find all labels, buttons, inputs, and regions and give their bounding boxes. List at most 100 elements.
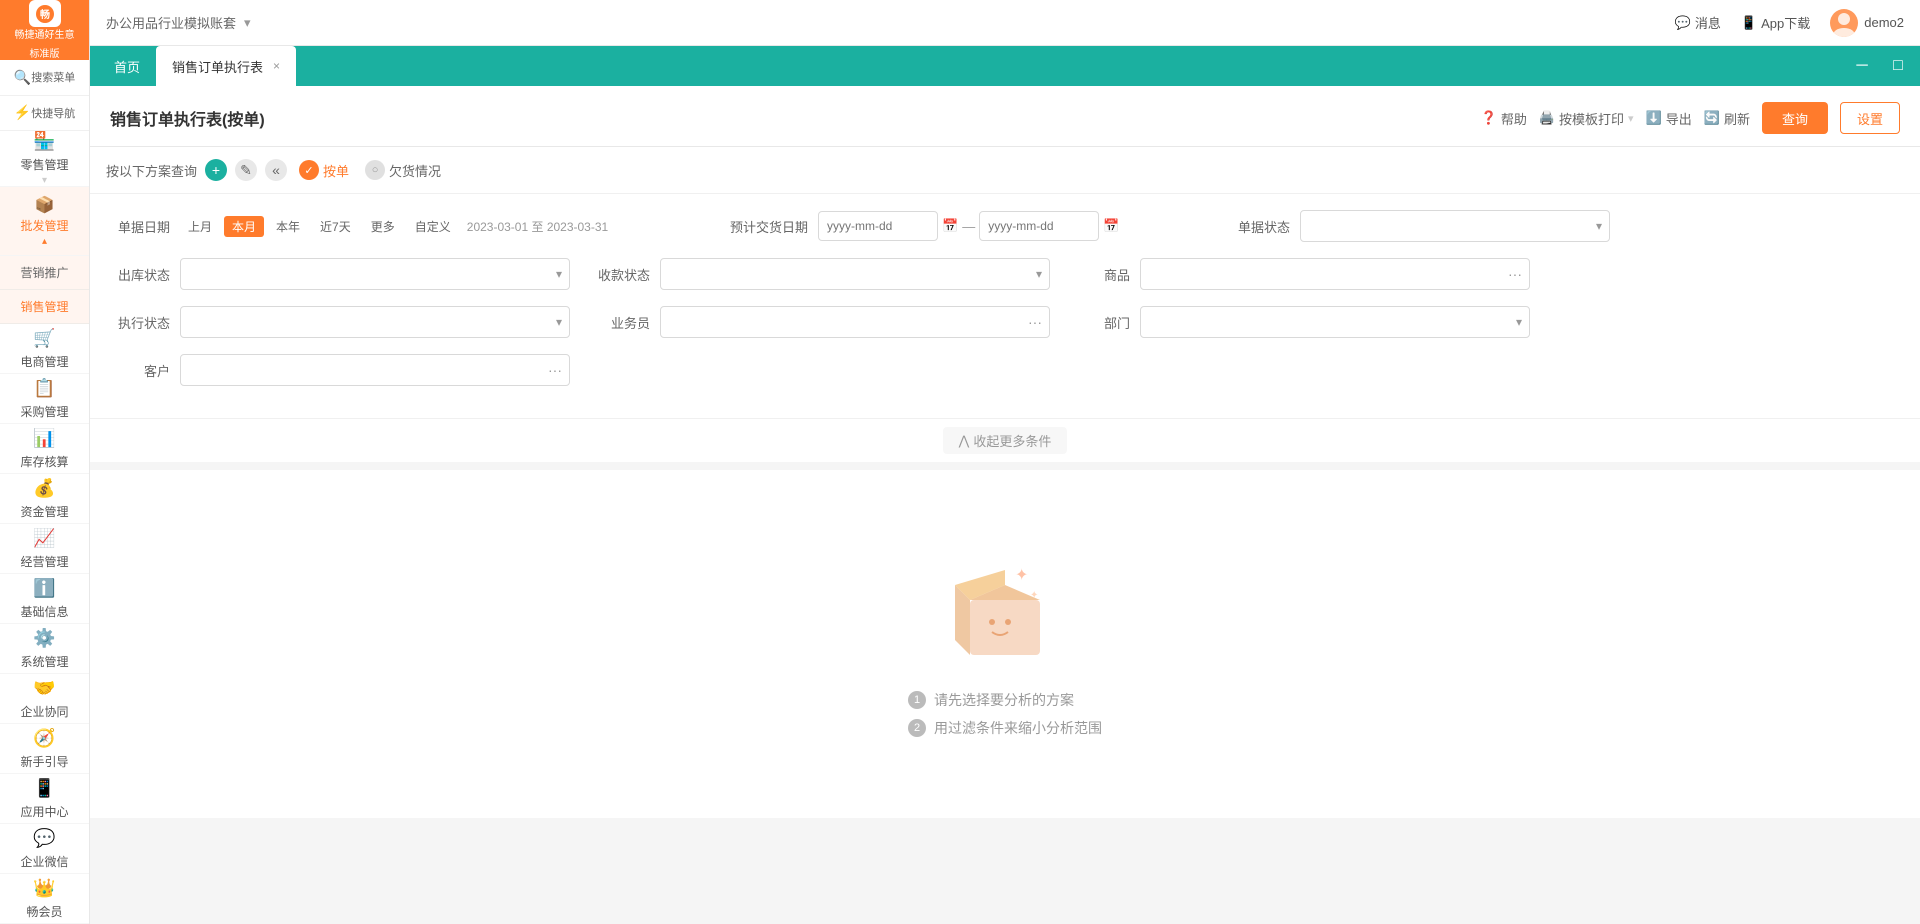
topbar-right: 💬 消息 📱 App下载 demo2 [1675, 9, 1904, 37]
help-btn[interactable]: ❓ 帮助 [1481, 109, 1527, 128]
expected-date-from-icon: 📅 [942, 218, 958, 234]
date-tab-this-month[interactable]: 本月 [224, 216, 264, 237]
query-button[interactable]: 查询 [1762, 102, 1828, 134]
app-download-btn[interactable]: 📱 App下载 [1741, 13, 1810, 32]
order-status-control: ▾ [1300, 210, 1610, 242]
refresh-btn[interactable]: 🔄 刷新 [1704, 109, 1750, 128]
sidebar-item-sales-mgmt[interactable]: 销售管理 [0, 290, 90, 324]
wholesale-submenu: 营销推广 销售管理 [0, 256, 90, 324]
filter-body: 单据日期 上月 本月 本年 近7天 更多 自定义 2023-03-01 至 20… [90, 194, 1920, 418]
sidebar-item-finance[interactable]: 💰 资金管理 [0, 474, 90, 524]
filter-exec-status-item: 执行状态 ▾ [110, 306, 570, 338]
sidebar-item-purchase[interactable]: 📋 采购管理 [0, 374, 90, 424]
expected-date-to-input[interactable] [979, 211, 1099, 241]
main-area: 办公用品行业模拟账套 ▾ 💬 消息 📱 App下载 demo2 首页 [90, 0, 1920, 924]
sidebar-item-operations[interactable]: 📈 经营管理 [0, 524, 90, 574]
logo-icon: 畅 [29, 0, 61, 27]
enterprise-icon: 🤝 [33, 678, 55, 699]
collapse-btn[interactable]: ⋀ 收起更多条件 [943, 427, 1068, 454]
sidebar-item-system[interactable]: ⚙️ 系统管理 [0, 624, 90, 674]
user-name: demo2 [1864, 15, 1904, 30]
empty-tip-1: 1 请先选择要分析的方案 [908, 690, 1102, 710]
filter-area: 按以下方案查询 + ✎ « ✓ 按单 ○ 欠货情况 [90, 147, 1920, 462]
sidebar-item-enterprise[interactable]: 🤝 企业协同 [0, 674, 90, 724]
app-title-dropdown-icon[interactable]: ▾ [244, 15, 251, 31]
goods-label: 商品 [1070, 265, 1140, 284]
sidebar-item-wholesale[interactable]: 📦 批发管理 ▴ [0, 187, 90, 256]
date-tab-last-month[interactable]: 上月 [180, 214, 220, 239]
message-btn[interactable]: 💬 消息 [1675, 13, 1721, 32]
customer-input[interactable] [180, 354, 570, 386]
sidebar-item-ecommerce[interactable]: 🛒 电商管理 [0, 324, 90, 374]
out-status-label: 出库状态 [110, 265, 180, 284]
sales-mgmt-label: 销售管理 [20, 298, 68, 315]
template-print-btn[interactable]: 🖨️ 按模板打印 ▾ [1539, 109, 1634, 128]
user-menu-btn[interactable]: demo2 [1830, 9, 1904, 37]
sidebar-item-search[interactable]: 🔍 搜索菜单 [0, 60, 90, 96]
date-tab-7days[interactable]: 近7天 [312, 214, 359, 239]
salesman-input[interactable] [660, 306, 1050, 338]
scheme-item-欠货情况[interactable]: ○ 欠货情况 [365, 160, 441, 180]
scheme-tabs: ✓ 按单 [299, 160, 349, 180]
svg-text:✦: ✦ [1030, 590, 1038, 601]
add-scheme-btn[interactable]: + [205, 159, 227, 181]
quick-icon: ⚡ [14, 104, 31, 121]
newbie-icon: 🧭 [33, 728, 55, 749]
search-label: 搜索菜单 [31, 69, 75, 85]
customer-more-btn[interactable]: ··· [548, 362, 562, 378]
retail-label: 零售管理 [20, 156, 68, 173]
sidebar-item-member[interactable]: 👑 畅会员 [0, 874, 90, 924]
sidebar-item-quick[interactable]: ⚡ 快捷导航 [0, 96, 90, 132]
filter-date-item: 单据日期 上月 本月 本年 近7天 更多 自定义 2023-03-01 至 20… [110, 214, 710, 239]
ecommerce-label: 电商管理 [20, 353, 68, 370]
filter-row-3: 执行状态 ▾ 业务员 ··· [110, 306, 1900, 338]
date-tab-this-year[interactable]: 本年 [268, 214, 308, 239]
edit-scheme-btn[interactable]: ✎ [235, 159, 257, 181]
collapse-scheme-btn[interactable]: « [265, 159, 287, 181]
date-tab-custom[interactable]: 自定义 [407, 214, 459, 239]
system-icon: ⚙️ [33, 628, 55, 649]
purchase-icon: 📋 [33, 378, 55, 399]
help-icon: ❓ [1481, 110, 1497, 126]
date-tab-more[interactable]: 更多 [363, 214, 403, 239]
app-center-icon: 📱 [33, 778, 55, 799]
dept-select[interactable] [1140, 306, 1530, 338]
tab-maximize-btn[interactable]: □ [1884, 52, 1912, 80]
payment-status-label: 收款状态 [590, 265, 660, 284]
exec-status-select[interactable] [180, 306, 570, 338]
sidebar-item-marketing[interactable]: 营销推广 [0, 256, 90, 290]
scheme-item-按单[interactable]: ✓ 按单 [299, 160, 349, 180]
expected-date-from-input[interactable] [818, 211, 938, 241]
sidebar-item-enterprise-wechat[interactable]: 💬 企业微信 [0, 824, 90, 874]
filter-row-4: 客户 ··· [110, 354, 1900, 386]
tab-sales-order[interactable]: 销售订单执行表 × [156, 46, 296, 86]
sidebar-item-basic[interactable]: ℹ️ 基础信息 [0, 574, 90, 624]
tab-close-btn[interactable]: × [273, 59, 280, 73]
content-area: 销售订单执行表(按单) ❓ 帮助 🖨️ 按模板打印 ▾ ⬇️ 导出 🔄 刷新 [90, 86, 1920, 924]
export-label: 导出 [1666, 109, 1692, 128]
tab-minimize-btn[interactable]: ─ [1848, 52, 1876, 80]
payment-status-select[interactable] [660, 258, 1050, 290]
salesman-label: 业务员 [590, 313, 660, 332]
sidebar-item-inventory[interactable]: 📊 库存核算 [0, 424, 90, 474]
sidebar-item-retail[interactable]: 🏪 零售管理 ▾ [0, 131, 90, 187]
salesman-more-btn[interactable]: ··· [1028, 314, 1042, 330]
brand-sub: 标准版 [30, 45, 60, 60]
retail-arrow: ▾ [42, 175, 47, 186]
out-status-select[interactable] [180, 258, 570, 290]
sidebar-item-app-center[interactable]: 📱 应用中心 [0, 774, 90, 824]
sidebar-section-wholesale: 📦 批发管理 ▴ 营销推广 销售管理 [0, 187, 90, 324]
settings-button[interactable]: 设置 [1840, 102, 1900, 134]
sidebar-item-newbie[interactable]: 🧭 新手引导 [0, 724, 90, 774]
goods-input[interactable] [1140, 258, 1530, 290]
tab-home[interactable]: 首页 [98, 46, 156, 86]
filter-salesman-item: 业务员 ··· [590, 306, 1050, 338]
salesman-control: ··· [660, 306, 1050, 338]
order-status-select[interactable] [1300, 210, 1610, 242]
goods-more-btn[interactable]: ··· [1508, 266, 1522, 282]
wholesale-label: 批发管理 [20, 217, 68, 234]
filter-payment-status-item: 收款状态 ▾ [590, 258, 1050, 290]
exec-status-label: 执行状态 [110, 313, 180, 332]
export-btn[interactable]: ⬇️ 导出 [1646, 109, 1692, 128]
template-print-label: 按模板打印 [1559, 109, 1624, 128]
